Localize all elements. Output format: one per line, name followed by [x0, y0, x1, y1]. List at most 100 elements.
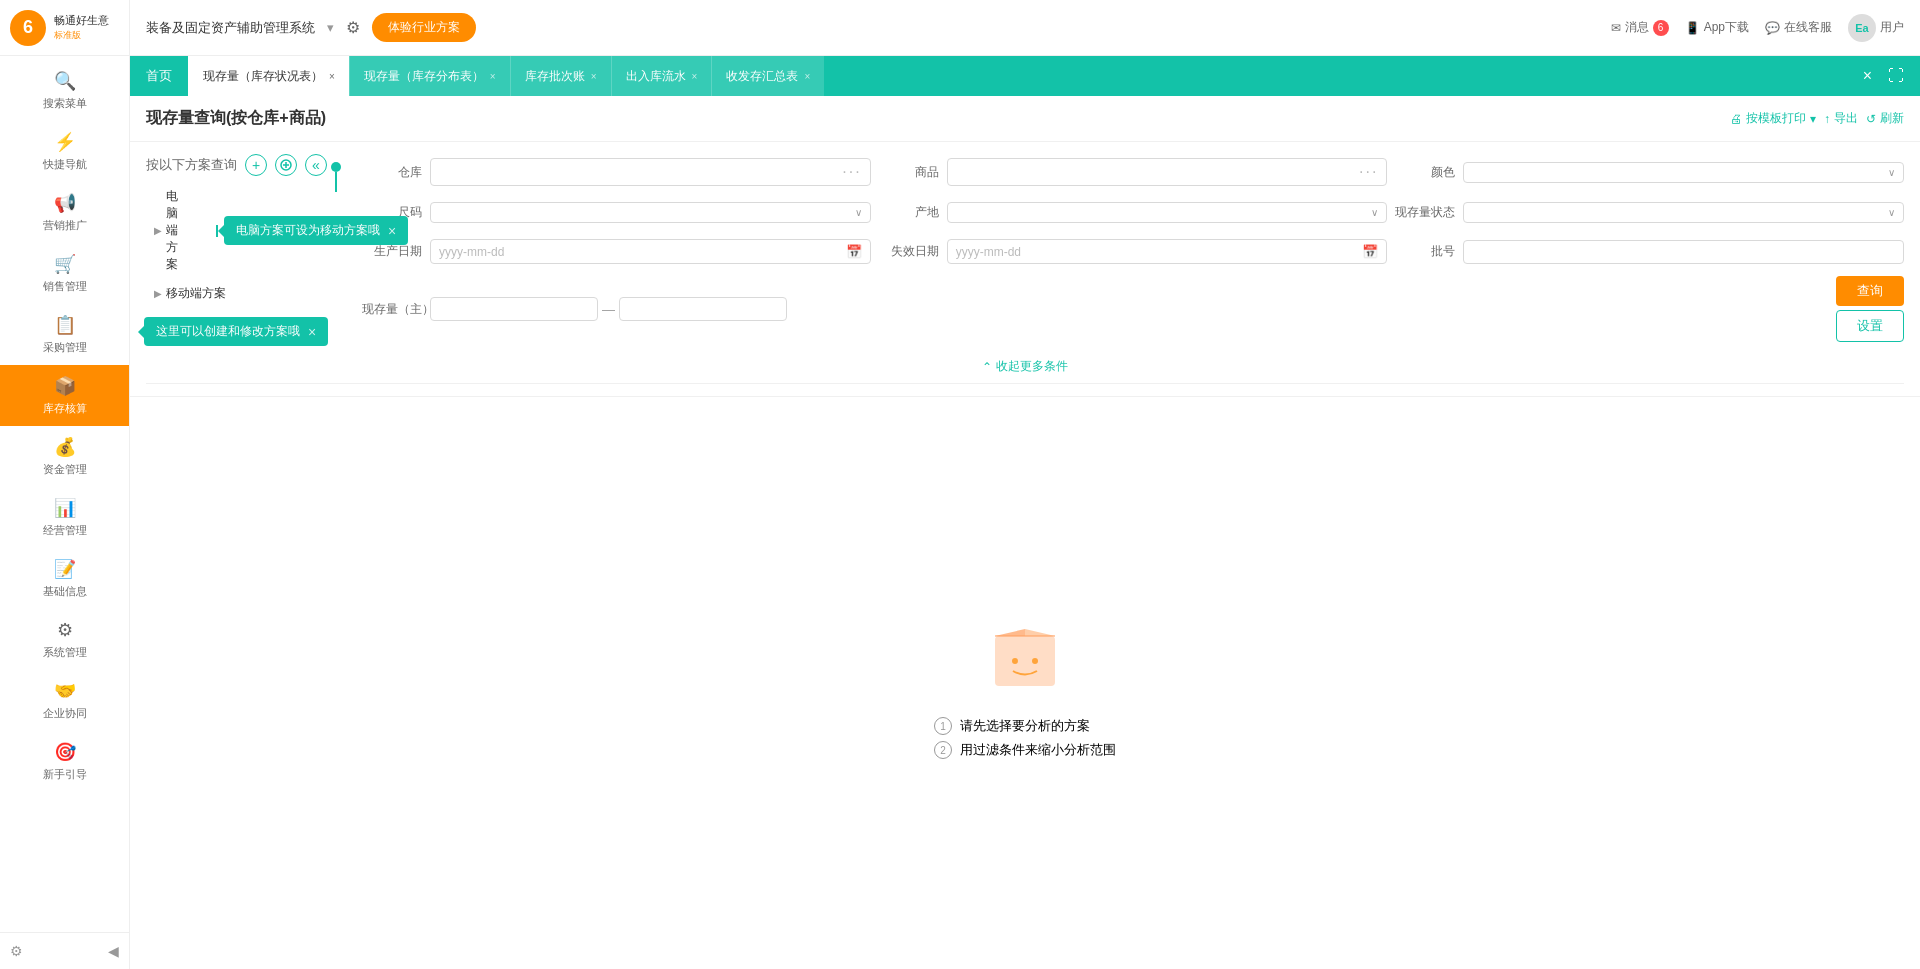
tab-close-btn[interactable]: × [490, 71, 496, 82]
online-service-btn[interactable]: 💬 在线客服 [1765, 19, 1832, 36]
page-header: 现存量查询(按仓库+商品) 🖨 按模板打印 ▾ ↑ 导出 ↺ 刷新 [130, 96, 1920, 142]
empty-box-svg [975, 601, 1075, 701]
refresh-btn[interactable]: ↺ 刷新 [1866, 110, 1904, 127]
header-settings-btn[interactable]: ⚙ [346, 18, 360, 37]
sidebar-item-guide[interactable]: 🎯 新手引导 [0, 731, 129, 792]
color-field: 颜色 ∨ [1395, 158, 1904, 186]
settings-bottom-btn[interactable]: ⚙ [10, 943, 23, 959]
close-all-tabs-btn[interactable]: × [1855, 67, 1880, 85]
goods-dots[interactable]: ··· [1359, 163, 1378, 181]
tooltip2-text: 这里可以创建和修改方案哦 [156, 323, 300, 340]
tab-inventory-dist[interactable]: 现存量（库存分布表） × [349, 56, 510, 96]
size-select[interactable]: ∨ [430, 202, 871, 223]
warehouse-input[interactable]: ··· [430, 158, 871, 186]
tab-inventory-status[interactable]: 现存量（库存状况表） × [188, 56, 349, 96]
service-icon: 💬 [1765, 21, 1780, 35]
app-download-btn[interactable]: 📱 App下载 [1685, 19, 1749, 36]
tab-summary[interactable]: 收发存汇总表 × [711, 56, 824, 96]
user-area[interactable]: Ea 用户 [1848, 14, 1904, 42]
desktop-scheme-item[interactable]: ▶ 电脑端方案 [146, 184, 186, 277]
sidebar-logo: 6 畅通好生意 标准版 [0, 0, 129, 56]
mobile-scheme-arrow: ▶ [154, 288, 162, 299]
sidebar-item-purchase[interactable]: 📋 采购管理 [0, 304, 129, 365]
goods-input[interactable]: ··· [947, 158, 1388, 186]
app-download-label: App下载 [1704, 19, 1749, 36]
print-dropdown-arrow[interactable]: ▾ [1810, 112, 1816, 126]
sidebar-item-search[interactable]: 🔍 搜索菜单 [0, 60, 129, 121]
sidebar-nav: 🔍 搜索菜单 ⚡ 快捷导航 📢 营销推广 🛒 销售管理 📋 采购管理 📦 库存核… [0, 56, 129, 932]
guide-icon: 🎯 [54, 741, 76, 763]
color-label: 颜色 [1395, 164, 1455, 181]
notification-btn[interactable]: ✉ 消息 6 [1611, 19, 1669, 36]
filter-arrow-btn[interactable]: « [305, 154, 327, 176]
prod-date-label: 生产日期 [362, 243, 422, 260]
sidebar-item-management[interactable]: 📊 经营管理 [0, 487, 129, 548]
avatar: Ea [1848, 14, 1876, 42]
expire-date-calendar-icon[interactable]: 📅 [1362, 244, 1378, 259]
sidebar-item-finance[interactable]: 💰 资金管理 [0, 426, 129, 487]
warehouse-label: 仓库 [362, 164, 422, 181]
prod-date-calendar-icon[interactable]: 📅 [846, 244, 862, 259]
sidebar-item-inventory[interactable]: 📦 库存核算 [0, 365, 129, 426]
collapse-btn[interactable]: ⌃ 收起更多条件 [982, 358, 1068, 375]
prod-date-input[interactable]: yyyy-mm-dd 📅 [430, 239, 871, 264]
tab-inout-flow[interactable]: 出入库流水 × [611, 56, 712, 96]
tab-batch-account[interactable]: 库存批次账 × [510, 56, 611, 96]
tab-close-btn[interactable]: × [591, 71, 597, 82]
filter-top-row: 按以下方案查询 + « [146, 154, 346, 176]
tab-close-btn[interactable]: × [804, 71, 810, 82]
sidebar-item-label: 销售管理 [43, 279, 87, 294]
export-btn[interactable]: ↑ 导出 [1824, 110, 1858, 127]
sidebar-item-basic[interactable]: 📝 基础信息 [0, 548, 129, 609]
desktop-scheme-arrow: ▶ [154, 225, 162, 236]
online-service-label: 在线客服 [1784, 19, 1832, 36]
stock-main-to-input[interactable] [619, 297, 787, 321]
sidebar-item-system[interactable]: ⚙ 系统管理 [0, 609, 129, 670]
fullscreen-btn[interactable]: ⛶ [1880, 67, 1912, 85]
mobile-scheme-item[interactable]: ▶ 移动端方案 [146, 281, 266, 306]
tab-close-btn[interactable]: × [692, 71, 698, 82]
collapse-sidebar-btn[interactable]: ◀ [108, 943, 119, 959]
prod-date-placeholder: yyyy-mm-dd [439, 245, 504, 259]
sidebar-item-collab[interactable]: 🤝 企业协同 [0, 670, 129, 731]
expire-date-input[interactable]: yyyy-mm-dd 📅 [947, 239, 1388, 264]
tab-home[interactable]: 首页 [130, 56, 188, 96]
tab-close-btn[interactable]: × [329, 71, 335, 82]
print-btn[interactable]: 🖨 按模板打印 ▾ [1730, 110, 1816, 127]
batch-input[interactable] [1463, 240, 1904, 264]
sidebar-item-marketing[interactable]: 📢 营销推广 [0, 182, 129, 243]
sidebar-item-nav[interactable]: ⚡ 快捷导航 [0, 121, 129, 182]
message-icon: ✉ [1611, 21, 1621, 35]
tooltip2-close-btn[interactable]: × [308, 324, 316, 340]
page-container: 现存量查询(按仓库+商品) 🖨 按模板打印 ▾ ↑ 导出 ↺ 刷新 [130, 96, 1920, 969]
stock-main-from-input[interactable] [430, 297, 598, 321]
collapse-bar[interactable]: ⌃ 收起更多条件 [146, 350, 1904, 384]
color-select[interactable]: ∨ [1463, 162, 1904, 183]
sidebar-bottom: ⚙ ◀ [0, 932, 129, 969]
sidebar: 6 畅通好生意 标准版 🔍 搜索菜单 ⚡ 快捷导航 📢 营销推广 🛒 销售管理 … [0, 0, 130, 969]
filter-add-btn[interactable]: + [245, 154, 267, 176]
tab-label: 库存批次账 [525, 68, 585, 85]
goods-label: 商品 [879, 164, 939, 181]
warehouse-dots[interactable]: ··· [842, 163, 861, 181]
header-left: 装备及固定资产辅助管理系统 ▾ ⚙ 体验行业方案 [146, 13, 476, 42]
filter-row-4: 现存量（主） — 查询 设置 [362, 276, 1904, 342]
sidebar-item-label: 采购管理 [43, 340, 87, 355]
origin-select[interactable]: ∨ [947, 202, 1388, 223]
size-field: 尺码 ∨ [362, 202, 871, 223]
trial-btn[interactable]: 体验行业方案 [372, 13, 476, 42]
notification-label: 消息 [1625, 19, 1649, 36]
tooltip1-close-btn[interactable]: × [388, 223, 396, 239]
system-dropdown-arrow[interactable]: ▾ [327, 20, 334, 35]
stock-status-select[interactable]: ∨ [1463, 202, 1904, 223]
reset-btn[interactable]: 设置 [1836, 310, 1904, 342]
color-dropdown-arrow: ∨ [1888, 167, 1895, 178]
sidebar-item-sales[interactable]: 🛒 销售管理 [0, 243, 129, 304]
expire-date-label: 失效日期 [879, 243, 939, 260]
tab-label: 收发存汇总表 [726, 68, 798, 85]
tooltip-mobile-scheme: 这里可以创建和修改方案哦 × [144, 317, 328, 346]
search-btn[interactable]: 查询 [1836, 276, 1904, 306]
filter-copy-btn[interactable] [275, 154, 297, 176]
management-icon: 📊 [54, 497, 76, 519]
filter-row-1: 仓库 ··· 商品 ··· [362, 154, 1904, 190]
